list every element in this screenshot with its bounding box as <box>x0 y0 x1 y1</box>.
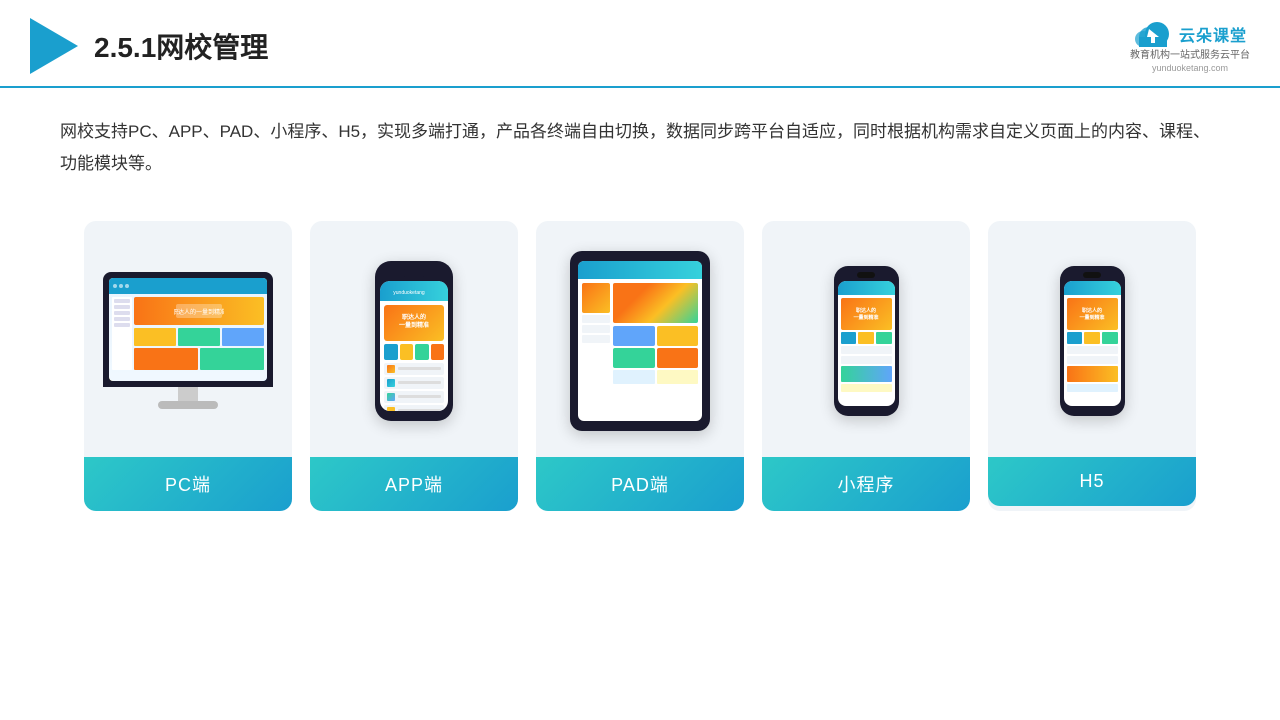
screen-dot <box>125 284 129 288</box>
tablet-right <box>613 283 698 384</box>
screen-sidebar <box>112 297 132 370</box>
card-h5: 职达人的一量到精准 H5 <box>988 221 1196 511</box>
svg-text:yunduoketang: yunduoketang <box>393 290 425 296</box>
pc-monitor: 职达人的一量到精准 <box>103 272 273 409</box>
phone-screen-header: yunduoketang <box>380 281 448 301</box>
device-miniprogram: 职达人的一量到精准 <box>776 241 956 441</box>
phone-notch <box>402 269 426 277</box>
monitor-outer: 职达人的一量到精准 <box>103 272 273 387</box>
tablet-header <box>578 261 702 279</box>
monitor-stand-neck <box>178 387 198 401</box>
card-label-miniprogram: 小程序 <box>762 457 970 511</box>
phone-camera <box>857 272 875 278</box>
cloud-icon <box>1133 19 1173 49</box>
phone-h5-screen: 职达人的一量到精准 <box>1064 281 1121 406</box>
phone-device: yunduoketang 职达人的一量到精准 <box>375 261 453 421</box>
tablet-body <box>578 279 702 388</box>
screen-main: 职达人的一量到精准 <box>134 297 264 370</box>
phone-h5-camera <box>1083 272 1101 278</box>
phone-small: 职达人的一量到精准 <box>834 266 899 416</box>
card-label-pad: PAD端 <box>536 457 744 511</box>
monitor-screen: 职达人的一量到精准 <box>109 278 267 381</box>
screen-content: 职达人的一量到精准 <box>109 278 267 381</box>
svg-text:职达人的一量到精准: 职达人的一量到精准 <box>174 308 224 316</box>
tablet-device <box>570 251 710 431</box>
screen-cards <box>134 328 264 346</box>
logo-triangle-icon <box>30 18 78 74</box>
card-miniprogram: 职达人的一量到精准 小程序 <box>762 221 970 511</box>
tablet-screen <box>578 261 702 421</box>
brand-logo: 云朵课堂 教育机构一站式服务云平台 yunduoketang.com <box>1130 19 1250 73</box>
screen-header-bar <box>109 278 267 294</box>
card-label-app: APP端 <box>310 457 518 511</box>
phone-items <box>384 363 444 411</box>
card-app: yunduoketang 职达人的一量到精准 <box>310 221 518 511</box>
screen-banner: 职达人的一量到精准 <box>134 297 264 325</box>
tablet-grid <box>613 326 698 368</box>
brand-url: yunduoketang.com <box>1152 63 1228 73</box>
tablet-left <box>582 283 610 384</box>
header-left: 2.5.1网校管理 <box>30 18 268 74</box>
description-text: 网校支持PC、APP、PAD、小程序、H5，实现多端打通，产品各终端自由切换，数… <box>0 88 1280 201</box>
card-label-h5: H5 <box>988 457 1196 506</box>
card-pc: 职达人的一量到精准 <box>84 221 292 511</box>
phone-h5: 职达人的一量到精准 <box>1060 266 1125 416</box>
phone-screen-body: 职达人的一量到精准 <box>380 301 448 411</box>
description-paragraph: 网校支持PC、APP、PAD、小程序、H5，实现多端打通，产品各终端自由切换，数… <box>60 116 1220 181</box>
phone-item <box>384 391 444 403</box>
screen-body: 职达人的一量到精准 <box>109 294 267 373</box>
header-right: 云朵课堂 教育机构一站式服务云平台 yunduoketang.com <box>1130 19 1250 73</box>
card-pad: PAD端 <box>536 221 744 511</box>
phone-screen: yunduoketang 职达人的一量到精准 <box>380 281 448 411</box>
device-pad <box>550 241 730 441</box>
cards-container: 职达人的一量到精准 <box>0 201 1280 531</box>
page-title: 2.5.1网校管理 <box>94 26 268 66</box>
brand-tagline: 教育机构一站式服务云平台 <box>1130 49 1250 63</box>
brand-logo-icon: 云朵课堂 <box>1133 19 1247 49</box>
header: 2.5.1网校管理 云朵课堂 教育机构一站式服务云平台 yunduoketang… <box>0 0 1280 88</box>
phone-item <box>384 405 444 411</box>
device-h5: 职达人的一量到精准 <box>1002 241 1182 441</box>
phone-small-screen: 职达人的一量到精准 <box>838 281 895 406</box>
device-pc: 职达人的一量到精准 <box>98 241 278 441</box>
phone-item <box>384 363 444 375</box>
device-app: yunduoketang 职达人的一量到精准 <box>324 241 504 441</box>
tablet-banner <box>613 283 698 323</box>
screen-dot <box>113 284 117 288</box>
brand-name: 云朵课堂 <box>1179 22 1247 46</box>
phone-banner-text: 职达人的一量到精准 <box>399 315 429 331</box>
phone-banner: 职达人的一量到精准 <box>384 305 444 341</box>
card-label-pc: PC端 <box>84 457 292 511</box>
phone-item <box>384 377 444 389</box>
monitor-stand-base <box>158 401 218 409</box>
screen-dot <box>119 284 123 288</box>
